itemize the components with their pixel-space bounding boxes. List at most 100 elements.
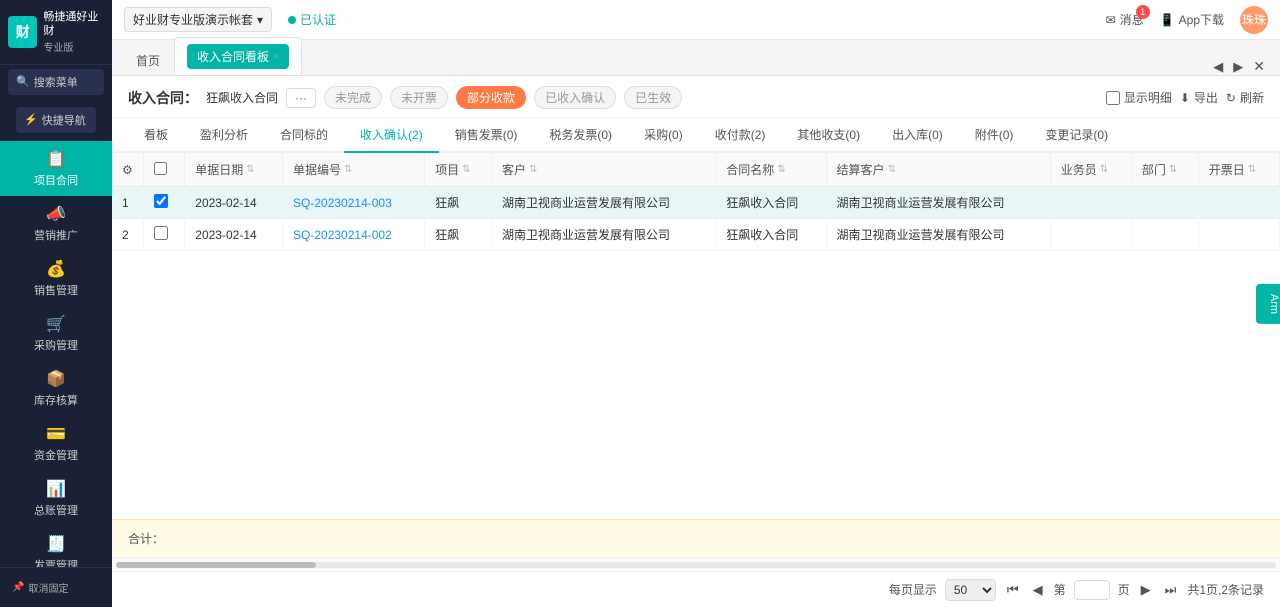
sidebar-item-sales[interactable]: 💰 销售管理 [0, 251, 112, 306]
row-salesperson-0 [1050, 187, 1131, 219]
sidebar-icon-marketing: 📣 [46, 204, 66, 224]
code-column-header[interactable]: 单据编号⇅ [283, 153, 425, 187]
sidebar-icon-capital: 💳 [46, 424, 66, 444]
sidebar-item-project[interactable]: 📋 项目合同 [0, 141, 112, 196]
home-tab[interactable]: 首页 [124, 46, 172, 75]
dept-column-header[interactable]: 部门⇅ [1131, 153, 1198, 187]
sidebar-item-inventory[interactable]: 📦 库存核算 [0, 361, 112, 416]
row-checkbox-0[interactable] [154, 194, 168, 208]
subtab-收付款[interactable]: 收付款(2) [699, 118, 782, 153]
salesperson-column-header[interactable]: 业务员⇅ [1050, 153, 1131, 187]
sidebar-icon-invoice: 🧾 [46, 534, 66, 554]
table-row[interactable]: 1 2023-02-14 SQ-20230214-003 狂飙 湖南卫视商业运营… [112, 187, 1280, 219]
row-check-0[interactable] [143, 187, 185, 219]
quick-nav-button[interactable]: ⚡ 快捷导航 [16, 107, 96, 133]
customer-column-header[interactable]: 客户⇅ [491, 153, 715, 187]
row-code-1[interactable]: SQ-20230214-002 [283, 219, 425, 251]
search-icon: 🔍 [16, 75, 30, 88]
row-project-1: 狂飙 [425, 219, 492, 251]
row-code-0[interactable]: SQ-20230214-003 [283, 187, 425, 219]
row-gear-0: 1 [112, 187, 143, 219]
subtab-看板[interactable]: 看板 [128, 118, 184, 153]
settle-column-header[interactable]: 结算客户⇅ [826, 153, 1050, 187]
prev-page-button[interactable]: ◀ [1030, 582, 1046, 598]
status-partial-badge[interactable]: 部分收款 [456, 86, 526, 109]
next-page-button[interactable]: ▶ [1138, 582, 1154, 598]
row-open-date-1 [1198, 219, 1279, 251]
company-selector[interactable]: 好业财专业版演示帐套 ▾ [124, 7, 272, 32]
refresh-button[interactable]: ↻ 刷新 [1226, 89, 1264, 106]
contract-tab[interactable]: 收入合同看板 × [174, 37, 302, 75]
row-open-date-0 [1198, 187, 1279, 219]
select-all-checkbox[interactable] [154, 162, 167, 175]
scroll-track[interactable] [116, 562, 1276, 568]
search-menu-button[interactable]: 🔍 搜索菜单 [8, 69, 104, 95]
detail-toggle[interactable]: 显示明细 [1106, 89, 1172, 106]
message-button[interactable]: ✉ 消息 1 [1106, 11, 1144, 28]
status-incomplete-badge[interactable]: 未完成 [324, 86, 382, 109]
row-dept-1 [1131, 219, 1198, 251]
horizontal-scrollbar[interactable] [112, 557, 1280, 571]
sort-icon: ⇅ [1248, 164, 1256, 175]
contract-column-header[interactable]: 合同名称⇅ [716, 153, 826, 187]
search-group: 🔍 搜索菜单 [0, 65, 112, 99]
sort-icon: ⇅ [529, 164, 537, 175]
contract-header: 收入合同： 狂飙收入合同 ··· 未完成 未开票 部分收款 已收入确认 已生效 … [112, 76, 1280, 118]
sidebar-item-marketing[interactable]: 📣 营销推广 [0, 196, 112, 251]
subtab-销售发票[interactable]: 销售发票(0) [439, 118, 534, 153]
sidebar-item-purchase[interactable]: 🛒 采购管理 [0, 306, 112, 361]
subtab-出入库[interactable]: 出入库(0) [876, 118, 959, 153]
table-row[interactable]: 2 2023-02-14 SQ-20230214-002 狂飙 湖南卫视商业运营… [112, 219, 1280, 251]
row-check-1[interactable] [143, 219, 185, 251]
subtab-合同标的[interactable]: 合同标的 [264, 118, 344, 153]
page-number-input[interactable]: 1 [1074, 580, 1110, 600]
unpin-button[interactable]: 📌 取消固定 [8, 576, 104, 599]
tab-close-all[interactable]: ✕ [1250, 58, 1268, 75]
open-date-column-header[interactable]: 开票日⇅ [1198, 153, 1279, 187]
row-checkbox-1[interactable] [154, 226, 168, 240]
subtab-盈利分析[interactable]: 盈利分析 [184, 118, 264, 153]
user-avatar[interactable]: 珠珠 [1240, 6, 1268, 34]
status-confirmed-badge[interactable]: 已收入确认 [534, 86, 616, 109]
tab-close-button[interactable]: × [273, 51, 279, 63]
table-container[interactable]: ⚙ 单据日期⇅ 单据编号⇅ 项目⇅ 客户⇅ 合同名称⇅ 结算客户⇅ 业务员⇅ 部… [112, 153, 1280, 519]
subtab-其他收支[interactable]: 其他收支(0) [781, 118, 876, 153]
contract-more-button[interactable]: ··· [286, 88, 316, 108]
subtab-变更记录[interactable]: 变更记录(0) [1029, 118, 1124, 153]
table-body: 1 2023-02-14 SQ-20230214-003 狂飙 湖南卫视商业运营… [112, 187, 1280, 251]
row-dept-0 [1131, 187, 1198, 219]
row-code-link-1[interactable]: SQ-20230214-002 [293, 228, 392, 242]
status-noinvoice-badge[interactable]: 未开票 [390, 86, 448, 109]
row-customer-0: 湖南卫视商业运营发展有限公司 [491, 187, 715, 219]
last-page-button[interactable]: ⏭ [1162, 582, 1180, 598]
sidebar-item-general[interactable]: 📊 总账管理 [0, 471, 112, 526]
check-column-header[interactable] [143, 153, 185, 187]
first-page-button[interactable]: ⏮ [1004, 582, 1022, 598]
sidebar-label-general: 总账管理 [34, 502, 78, 518]
verified-dot [288, 16, 296, 24]
project-column-header[interactable]: 项目⇅ [425, 153, 492, 187]
topbar: 好业财专业版演示帐套 ▾ 已认证 ✉ 消息 1 📱 App下载 珠珠 [112, 0, 1280, 40]
export-button[interactable]: ⬇ 导出 [1180, 89, 1218, 106]
sidebar-item-capital[interactable]: 💳 资金管理 [0, 416, 112, 471]
company-name: 好业财专业版演示帐套 [133, 11, 253, 28]
page-label-first: 第 [1054, 581, 1066, 598]
tab-nav-prev[interactable]: ◀ [1210, 59, 1226, 75]
sidebar-icon-project: 📋 [46, 149, 66, 169]
date-column-header[interactable]: 单据日期⇅ [185, 153, 283, 187]
sidebar-label-sales: 销售管理 [34, 282, 78, 298]
gear-column-header[interactable]: ⚙ [112, 153, 143, 187]
subtab-采购[interactable]: 采购(0) [628, 118, 699, 153]
row-code-link-0[interactable]: SQ-20230214-003 [293, 196, 392, 210]
tab-nav-next[interactable]: ▶ [1230, 59, 1246, 75]
subtab-附件[interactable]: 附件(0) [959, 118, 1030, 153]
right-float-button[interactable]: Arm [1256, 283, 1280, 323]
sidebar-item-invoice[interactable]: 🧾 发票管理 [0, 526, 112, 567]
status-active-badge[interactable]: 已生效 [624, 86, 682, 109]
detail-checkbox[interactable] [1106, 91, 1120, 105]
subtab-税务发票[interactable]: 税务发票(0) [533, 118, 628, 153]
per-page-select[interactable]: 2050100200 [945, 579, 996, 601]
subtab-收入确认[interactable]: 收入确认(2) [344, 118, 439, 153]
scroll-thumb[interactable] [116, 562, 316, 568]
app-download-button[interactable]: 📱 App下载 [1160, 11, 1224, 28]
